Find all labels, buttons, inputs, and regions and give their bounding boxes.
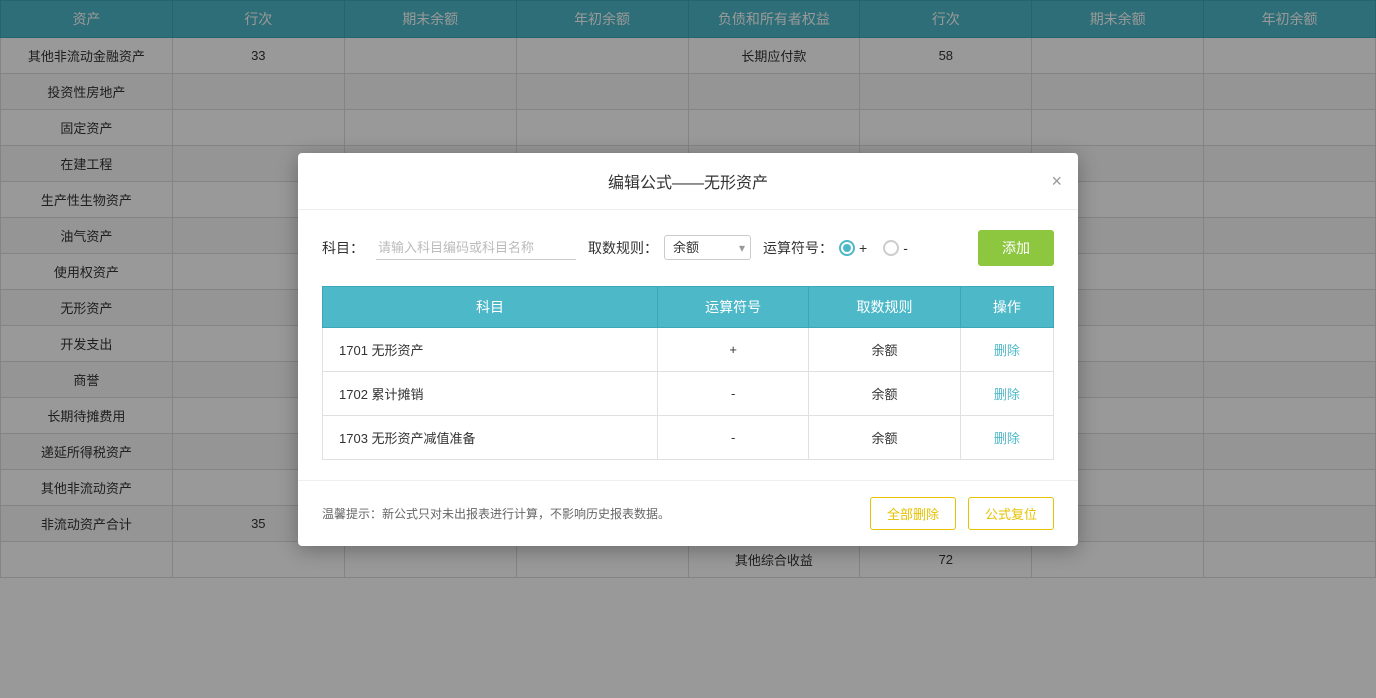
modal-overlay: 编辑公式——无形资产 × 科目： 取数规则： 余额 借方 贷方 借方累计 xyxy=(0,0,1376,698)
radio-plus-label: + xyxy=(859,240,867,256)
formula-subject-cell: 1703 无形资产减值准备 xyxy=(323,415,658,459)
delete-row-link[interactable]: 删除 xyxy=(994,343,1020,358)
operator-group: 运算符号： + - xyxy=(763,238,908,258)
formula-action-cell: 删除 xyxy=(960,415,1053,459)
rule-select-wrapper: 余额 借方 贷方 借方累计 贷方累计 ▾ xyxy=(664,235,751,260)
rule-select[interactable]: 余额 借方 贷方 借方累计 贷方累计 xyxy=(664,235,751,260)
delete-row-link[interactable]: 删除 xyxy=(994,431,1020,446)
formula-rule-cell: 余额 xyxy=(809,327,960,371)
formula-table-row: 1702 累计摊销-余额 删除 xyxy=(323,371,1054,415)
modal-dialog: 编辑公式——无形资产 × 科目： 取数规则： 余额 借方 贷方 借方累计 xyxy=(298,153,1078,546)
formula-col-header: 取数规则 xyxy=(809,286,960,327)
formula-subject-cell: 1702 累计摊销 xyxy=(323,371,658,415)
radio-minus[interactable]: - xyxy=(883,240,908,256)
formula-action-cell: 删除 xyxy=(960,371,1053,415)
formula-table-row: 1701 无形资产+余额 删除 xyxy=(323,327,1054,371)
formula-col-header: 科目 xyxy=(323,286,658,327)
formula-operator-cell: - xyxy=(657,371,808,415)
formula-operator-cell: - xyxy=(657,415,808,459)
formula-col-header: 运算符号 xyxy=(657,286,808,327)
modal-title: 编辑公式——无形资产 xyxy=(608,169,768,193)
footer-buttons: 全部删除 公式复位 xyxy=(870,497,1054,530)
operator-label: 运算符号： xyxy=(763,238,833,258)
delete-row-link[interactable]: 删除 xyxy=(994,387,1020,402)
rule-label: 取数规则： xyxy=(588,238,658,258)
radio-plus[interactable]: + xyxy=(839,240,867,256)
close-icon[interactable]: × xyxy=(1051,172,1062,190)
form-row: 科目： 取数规则： 余额 借方 贷方 借方累计 贷方累计 ▾ xyxy=(322,230,1054,266)
formula-rule-cell: 余额 xyxy=(809,415,960,459)
radio-minus-circle xyxy=(883,240,899,256)
rule-group: 取数规则： 余额 借方 贷方 借方累计 贷方累计 ▾ xyxy=(588,235,751,260)
formula-table-row: 1703 无形资产减值准备-余额 删除 xyxy=(323,415,1054,459)
subject-input[interactable] xyxy=(376,236,576,260)
operator-radio-group: + - xyxy=(839,240,908,256)
radio-minus-label: - xyxy=(903,240,908,256)
tip-text: 温馨提示：新公式只对未出报表进行计算，不影响历史报表数据。 xyxy=(322,505,670,522)
add-button[interactable]: 添加 xyxy=(978,230,1054,266)
formula-col-header: 操作 xyxy=(960,286,1053,327)
delete-all-button[interactable]: 全部删除 xyxy=(870,497,956,530)
formula-operator-cell: + xyxy=(657,327,808,371)
formula-rule-cell: 余额 xyxy=(809,371,960,415)
formula-action-cell: 删除 xyxy=(960,327,1053,371)
modal-header: 编辑公式——无形资产 × xyxy=(298,153,1078,210)
reset-button[interactable]: 公式复位 xyxy=(968,497,1054,530)
formula-subject-cell: 1701 无形资产 xyxy=(323,327,658,371)
modal-body: 科目： 取数规则： 余额 借方 贷方 借方累计 贷方累计 ▾ xyxy=(298,210,1078,480)
radio-plus-circle xyxy=(839,240,855,256)
formula-table: 科目运算符号取数规则操作 1701 无形资产+余额删除1702 累计摊销-余额删… xyxy=(322,286,1054,460)
modal-footer: 温馨提示：新公式只对未出报表进行计算，不影响历史报表数据。 全部删除 公式复位 xyxy=(298,480,1078,546)
subject-label: 科目： xyxy=(322,238,364,258)
